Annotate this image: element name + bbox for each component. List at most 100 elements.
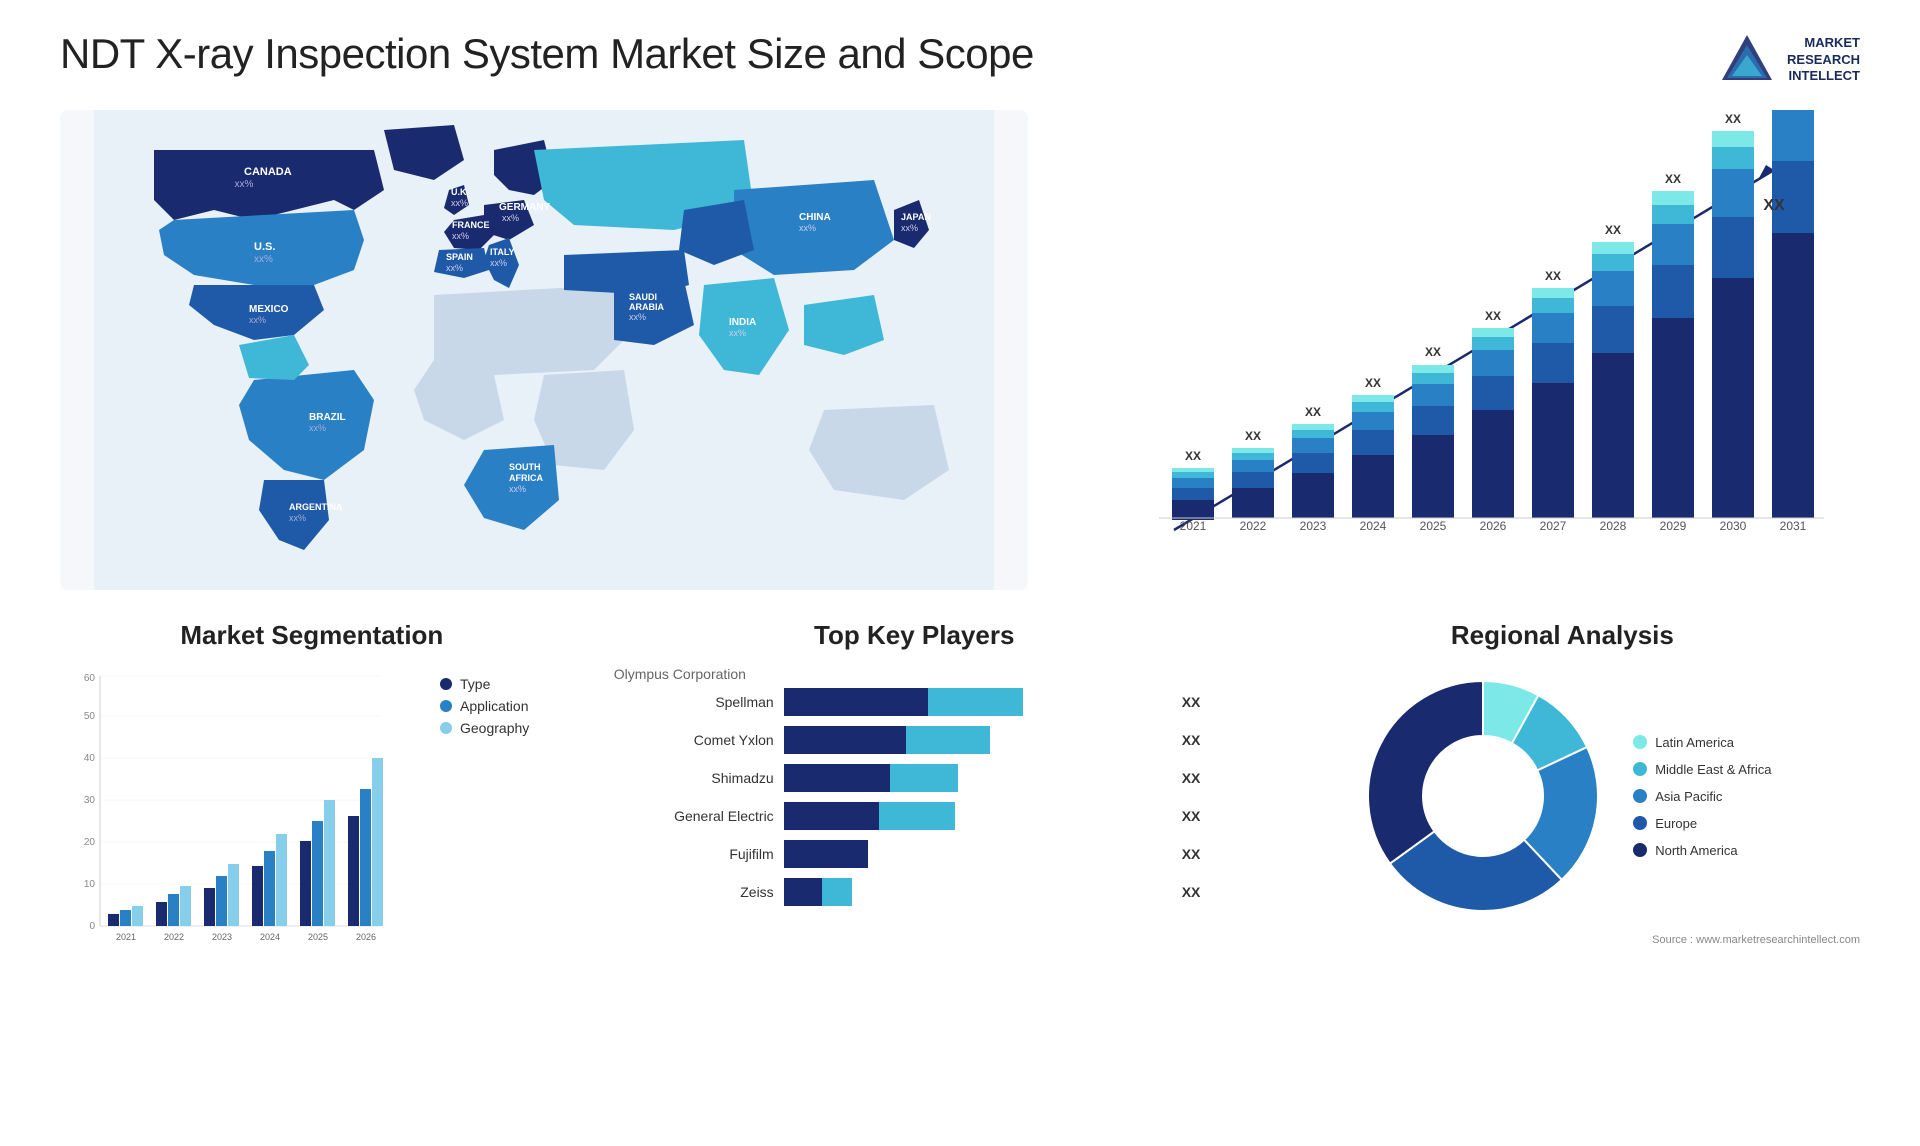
- segmentation-section: Market Segmentation 0 10 20: [60, 620, 564, 1040]
- header: NDT X-ray Inspection System Market Size …: [60, 30, 1860, 90]
- year-2021: 2021: [1180, 519, 1207, 533]
- source-text: Source : www.marketresearchintellect.com: [1265, 934, 1860, 946]
- bar-2021-me: [1172, 472, 1214, 478]
- japan-label: JAPAN: [901, 212, 931, 222]
- legend-dot: [1633, 789, 1647, 803]
- player-name: Shimadzu: [614, 770, 774, 786]
- legend-item: Latin America: [1633, 735, 1771, 750]
- bar-2029-eu: [1652, 265, 1694, 318]
- player-value: XX: [1182, 770, 1201, 786]
- players-list: Spellman XX Comet Yxlon XX Shimadzu XX G…: [614, 688, 1215, 906]
- bar-2022-la: [1232, 448, 1274, 453]
- player-row: Zeiss XX: [614, 878, 1215, 906]
- bar-2024-na: [1352, 455, 1394, 518]
- bar-2030-me: [1712, 147, 1754, 169]
- val-2024: XX: [1365, 376, 1381, 390]
- bar-2027-na: [1532, 383, 1574, 518]
- segmentation-title: Market Segmentation: [60, 620, 564, 651]
- year-2024: 2024: [1360, 519, 1387, 533]
- svg-text:2025: 2025: [308, 932, 328, 942]
- italy-value: xx%: [490, 258, 507, 268]
- player-bar-container: [784, 688, 1164, 716]
- bar-2024-eu: [1352, 430, 1394, 455]
- india-value: xx%: [729, 328, 746, 338]
- bar-2025-la: [1412, 365, 1454, 373]
- player-bar-container: [784, 840, 1164, 868]
- italy-label: ITALY: [490, 247, 515, 257]
- seg-legend-geography: Geography: [440, 720, 529, 736]
- player-value: XX: [1182, 732, 1201, 748]
- china-label: CHINA: [799, 212, 831, 223]
- saudi-value: xx%: [629, 312, 646, 322]
- bar-2026-ap: [1472, 350, 1514, 376]
- bar-2022-me: [1232, 453, 1274, 460]
- player-bar-light: [879, 802, 955, 830]
- svg-text:2024: 2024: [260, 932, 280, 942]
- logo-container: MARKET RESEARCH INTELLECT: [1717, 30, 1860, 90]
- year-2023: 2023: [1300, 519, 1327, 533]
- player-name: General Electric: [614, 808, 774, 824]
- bar-2025-me: [1412, 373, 1454, 384]
- bar-2021-la: [1172, 468, 1214, 472]
- bar-2029-me: [1652, 205, 1694, 224]
- us-value: xx%: [254, 254, 273, 265]
- val-2028: XX: [1605, 223, 1621, 237]
- north-africa-region: [434, 285, 624, 375]
- donut-chart: [1353, 666, 1613, 926]
- bar-2027-la: [1532, 288, 1574, 298]
- logo-icon: [1717, 30, 1777, 90]
- uk-label: U.K.: [451, 187, 469, 197]
- svg-text:60: 60: [84, 673, 96, 684]
- seg-legend-type: Type: [440, 676, 529, 692]
- bar-2028-na: [1592, 353, 1634, 518]
- year-2031: 2031: [1780, 519, 1807, 533]
- player-bar-dark: [784, 840, 868, 868]
- donut-segment: [1368, 681, 1483, 864]
- players-title: Top Key Players: [594, 620, 1235, 651]
- bar-2028-me: [1592, 254, 1634, 271]
- sa-value: xx%: [509, 484, 526, 494]
- germany-value: xx%: [502, 213, 519, 223]
- player-row: Spellman XX: [614, 688, 1215, 716]
- svg-text:50: 50: [84, 711, 96, 722]
- bar-2023-ap: [1292, 438, 1334, 453]
- player-bar-light: [928, 688, 1023, 716]
- player-row: Shimadzu XX: [614, 764, 1215, 792]
- bottom-section: Market Segmentation 0 10 20: [60, 620, 1860, 1040]
- olympus-header: Olympus Corporation: [614, 666, 1215, 682]
- year-2029: 2029: [1660, 519, 1687, 533]
- argentina-value: xx%: [289, 513, 306, 523]
- application-label: Application: [460, 698, 529, 714]
- svg-text:30: 30: [84, 795, 96, 806]
- player-value: XX: [1182, 884, 1201, 900]
- brazil-label: BRAZIL: [309, 412, 346, 423]
- logo-text: MARKET RESEARCH INTELLECT: [1787, 35, 1860, 86]
- val-2031: XX: [1763, 197, 1785, 214]
- geography-dot: [440, 722, 452, 734]
- player-bar-container: [784, 726, 1164, 754]
- germany-label: GERMANY: [499, 202, 550, 213]
- val-2026: XX: [1485, 309, 1501, 323]
- china-value: xx%: [799, 223, 816, 233]
- player-bar-container: [784, 764, 1164, 792]
- player-name: Comet Yxlon: [614, 732, 774, 748]
- player-bar-container: [784, 878, 1164, 906]
- player-bar-container: [784, 802, 1164, 830]
- regional-container: Latin America Middle East & Africa Asia …: [1265, 666, 1860, 926]
- bar-2021-na: [1172, 500, 1214, 520]
- canada-value: xx%: [235, 179, 254, 190]
- legend-label: Europe: [1655, 816, 1697, 831]
- year-2022: 2022: [1240, 519, 1267, 533]
- val-2030: XX: [1725, 112, 1741, 126]
- chart-section: 2021 XX 2022 XX 2023 XX: [1068, 110, 1860, 590]
- bar-2024-ap: [1352, 412, 1394, 430]
- key-players-section: Top Key Players Olympus Corporation Spel…: [594, 620, 1235, 1040]
- bar-2028-eu: [1592, 306, 1634, 353]
- player-row: General Electric XX: [614, 802, 1215, 830]
- player-name: Zeiss: [614, 884, 774, 900]
- bar-2030-ap: [1712, 169, 1754, 217]
- player-bar-light: [822, 878, 852, 906]
- seg-legend-application: Application: [440, 698, 529, 714]
- bar-2023-eu: [1292, 453, 1334, 473]
- bar-2023-na: [1292, 473, 1334, 518]
